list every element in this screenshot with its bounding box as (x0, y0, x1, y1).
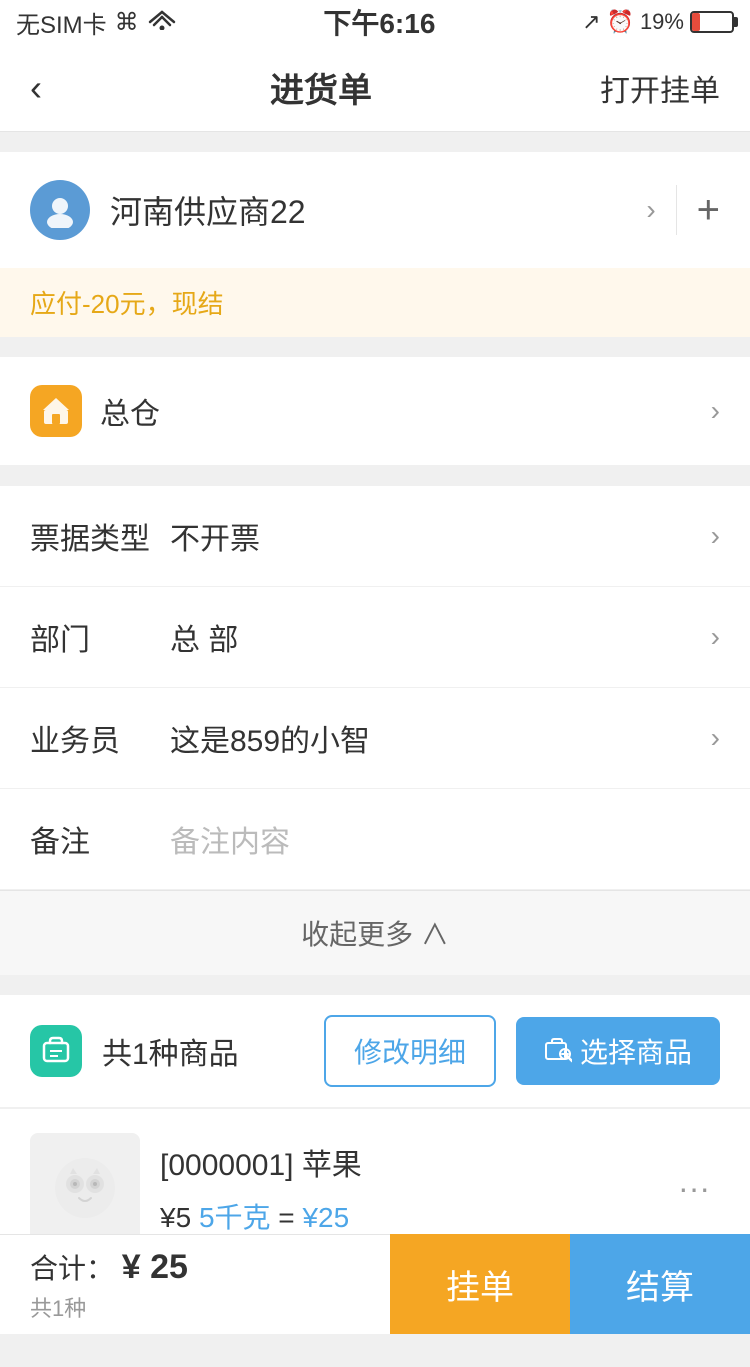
nav-bar: ‹ 进货单 打开挂单 (0, 44, 750, 132)
salesperson-label: 业务员 (30, 716, 170, 760)
wifi-icon: ⌘ (115, 8, 139, 37)
status-right: ↗ ⏰ 19% (582, 9, 734, 35)
warehouse-name: 总仓 (100, 389, 711, 433)
back-button[interactable]: ‹ (30, 67, 42, 109)
warehouse-row[interactable]: 总仓 › (0, 357, 750, 466)
product-name: [0000001] 苹果 (160, 1140, 648, 1184)
status-time: 下午6:16 (323, 2, 435, 42)
product-price: ¥5 5千克 = ¥25 (160, 1196, 648, 1236)
warehouse-icon (30, 385, 82, 437)
warehouse-chevron-icon: › (711, 395, 720, 427)
product-count-text: 共1种商品 (102, 1029, 304, 1073)
add-supplier-button[interactable]: + (697, 188, 720, 233)
location-icon: ↗ (582, 9, 600, 35)
product-code: [0000001] (160, 1149, 293, 1182)
footer-total-row: 合计： ¥ 25 (30, 1247, 360, 1287)
edit-detail-button[interactable]: 修改明细 (324, 1015, 496, 1087)
footer-sub-count: 共1种 (30, 1291, 360, 1323)
product-thumbnail (30, 1133, 140, 1243)
remark-row[interactable]: 备注 备注内容 (0, 789, 750, 890)
department-chevron-icon: › (711, 621, 720, 653)
product-title: 苹果 (302, 1149, 362, 1182)
product-toolbar: 共1种商品 修改明细 选择商品 (0, 995, 750, 1108)
product-info: [0000001] 苹果 ¥5 5千克 = ¥25 (160, 1140, 648, 1236)
checkout-button[interactable]: 结算 (570, 1234, 750, 1334)
total-amount: ¥ 25 (122, 1248, 188, 1286)
supplier-section: 河南供应商22 › + (0, 152, 750, 268)
page-title: 进货单 (270, 63, 372, 112)
department-row[interactable]: 部门 总 部 › (0, 587, 750, 688)
invoice-type-chevron-icon: › (711, 520, 720, 552)
status-left: 无SIM卡 ⌘ (16, 5, 177, 40)
product-unit-price: ¥5 (160, 1202, 191, 1233)
carrier-label: 无SIM卡 (16, 5, 107, 40)
total-label: 合计： (30, 1253, 114, 1284)
salesperson-row[interactable]: 业务员 这是859的小智 › (0, 688, 750, 789)
status-bar: 无SIM卡 ⌘ 下午6:16 ↗ ⏰ 19% (0, 0, 750, 44)
section-gap-4 (0, 975, 750, 995)
supplier-divider (676, 185, 677, 235)
signal-icon (147, 8, 177, 37)
salesperson-value: 这是859的小智 (170, 716, 711, 760)
remark-label: 备注 (30, 817, 170, 861)
battery-icon (690, 11, 734, 33)
select-product-label: 选择商品 (580, 1031, 692, 1071)
product-more-button[interactable]: ··· (668, 1170, 720, 1207)
select-product-button[interactable]: 选择商品 (516, 1017, 720, 1085)
product-equals: = (278, 1202, 302, 1233)
collapse-button[interactable]: 收起更多 ∧ (0, 890, 750, 975)
department-value: 总 部 (170, 615, 711, 659)
supplier-name: 河南供应商22 (110, 187, 646, 233)
product-total: ¥25 (302, 1202, 349, 1233)
invoice-type-value: 不开票 (170, 514, 711, 558)
supplier-chevron-icon: › (646, 194, 655, 226)
footer-summary: 合计： ¥ 25 共1种 (0, 1234, 390, 1334)
section-gap-3 (0, 466, 750, 486)
alarm-icon: ⏰ (607, 9, 634, 35)
product-quantity: 5千克 (199, 1202, 271, 1233)
hang-button[interactable]: 挂单 (390, 1234, 570, 1334)
invoice-type-label: 票据类型 (30, 514, 170, 558)
section-gap-2 (0, 337, 750, 357)
supplier-avatar (30, 180, 90, 240)
salesperson-chevron-icon: › (711, 722, 720, 754)
remark-value[interactable]: 备注内容 (170, 817, 720, 861)
battery-percent: 19% (640, 9, 684, 35)
footer: 合计： ¥ 25 共1种 挂单 结算 (0, 1234, 750, 1334)
open-pending-button[interactable]: 打开挂单 (600, 66, 720, 110)
invoice-type-row[interactable]: 票据类型 不开票 › (0, 486, 750, 587)
supplier-row[interactable]: 河南供应商22 › + (30, 152, 720, 268)
section-gap-1 (0, 132, 750, 152)
department-label: 部门 (30, 615, 170, 659)
notice-bar: 应付-20元，现结 (0, 268, 750, 337)
product-count-icon (30, 1025, 82, 1077)
